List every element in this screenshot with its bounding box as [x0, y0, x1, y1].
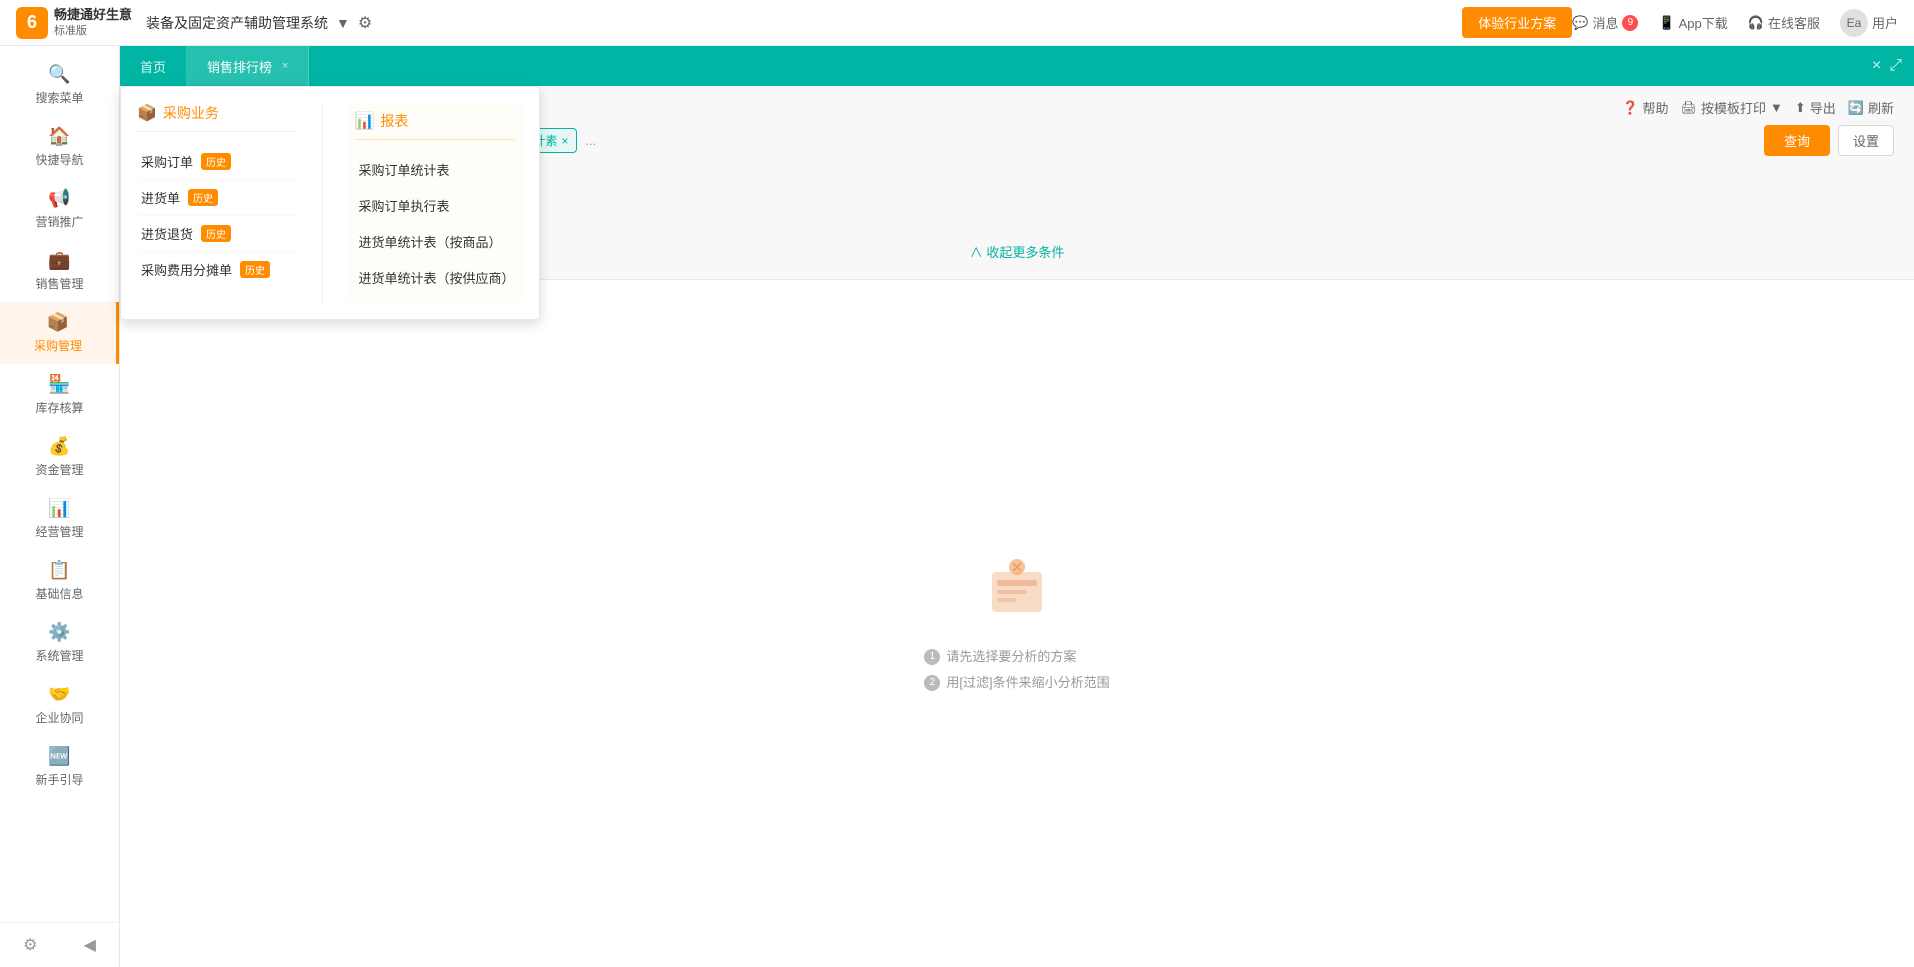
marketing-icon: 📢 [48, 188, 70, 209]
message-action[interactable]: 💬 消息 9 [1572, 13, 1638, 32]
tab-bar: 首页 销售排行榜 × × ⤢ [120, 46, 1914, 86]
menu-item-report-1[interactable]: 采购订单统计表 [355, 152, 516, 188]
menu-item-inbound[interactable]: 进货单 历史 [137, 180, 298, 216]
empty-hint-1: 1 请先选择要分析的方案 [924, 644, 1109, 670]
refresh-icon: 🔄 [1848, 100, 1864, 116]
purchase-section-title: 📦 采购业务 [137, 103, 298, 132]
sidebar-item-system[interactable]: ⚙️ 系统管理 [0, 612, 119, 674]
avatar: Ea [1840, 9, 1868, 37]
menu-item-expense[interactable]: 采购费用分摊单 历史 [137, 252, 298, 287]
purchase-business-section: 📦 采购业务 采购订单 历史 进货单 历史 进货退货 历史 采购费用分摊单 历史 [137, 103, 298, 303]
sidebar-item-capital[interactable]: 💰 资金管理 [0, 426, 119, 488]
sidebar-bottom: ⚙ ◀ [0, 922, 119, 967]
enterprise-icon: 🤝 [48, 684, 70, 705]
operations-icon: 📊 [48, 498, 70, 519]
settings-btn[interactable]: 设置 [1838, 125, 1894, 156]
menu-item-report-2[interactable]: 采购订单执行表 [355, 188, 516, 224]
history-tag-3: 历史 [240, 261, 270, 278]
app-download-action[interactable]: 📱 App下载 [1658, 13, 1727, 32]
history-tag-2: 历史 [201, 225, 231, 242]
print-dropdown-icon[interactable]: ▼ [1770, 100, 1783, 115]
system-name: 装备及固定资产辅助管理系统 ▼ ⚙ [146, 13, 1462, 33]
capital-icon: 💰 [48, 436, 70, 457]
main-layout: 🔍 搜索菜单 🏠 快捷导航 📢 营销推广 💼 销售管理 📦 采购管理 🏪 库存核… [0, 46, 1914, 967]
report-section-title: 📊 报表 [355, 111, 516, 140]
system-settings-icon[interactable]: ⚙ [358, 13, 372, 33]
sidebar-item-inventory[interactable]: 🏪 库存核算 [0, 364, 119, 426]
print-link[interactable]: 🖨 按模板打印 ▼ [1680, 98, 1782, 117]
tab-sales-rank[interactable]: 销售排行榜 × [187, 46, 309, 86]
menu-item-purchase-order[interactable]: 采购订单 历史 [137, 144, 298, 180]
export-link[interactable]: ⬆ 导出 [1795, 98, 1836, 117]
message-icon: 💬 [1572, 15, 1588, 31]
logo-icon: 6 [16, 7, 48, 39]
search-icon: 🔍 [48, 64, 70, 85]
headset-icon: 🎧 [1748, 15, 1764, 31]
report-section-icon: 📊 [355, 111, 375, 131]
sidebar-item-operations[interactable]: 📊 经营管理 [0, 488, 119, 550]
tab-home[interactable]: 首页 [120, 46, 187, 86]
empty-hints: 1 请先选择要分析的方案 2 用[过滤]条件来缩小分析范围 [924, 644, 1109, 696]
sidebar-item-marketing[interactable]: 📢 营销推广 [0, 178, 119, 240]
menu-item-report-4[interactable]: 进货单统计表（按供应商） [355, 260, 516, 295]
phone-icon: 📱 [1658, 15, 1674, 31]
purchase-icon: 📦 [47, 312, 69, 333]
top-header: 6 畅捷通好生意 标准版 装备及固定资产辅助管理系统 ▼ ⚙ 体验行业方案 💬 … [0, 0, 1914, 46]
menu-item-report-3[interactable]: 进货单统计表（按商品） [355, 224, 516, 260]
sidebar: 🔍 搜索菜单 🏠 快捷导航 📢 营销推广 💼 销售管理 📦 采购管理 🏪 库存核… [0, 46, 120, 967]
sidebar-item-basic-info[interactable]: 📋 基础信息 [0, 550, 119, 612]
history-tag-0: 历史 [201, 153, 231, 170]
history-tag-1: 历史 [188, 189, 218, 206]
message-badge: 9 [1622, 15, 1638, 31]
goods-tag-remove[interactable]: × [561, 134, 568, 148]
refresh-link[interactable]: 🔄 刷新 [1848, 98, 1894, 117]
empty-state: 1 请先选择要分析的方案 2 用[过滤]条件来缩小分析范围 [120, 280, 1914, 967]
home-icon: 🏠 [48, 126, 70, 147]
menu-item-return[interactable]: 进货退货 历史 [137, 216, 298, 252]
export-icon: ⬆ [1795, 100, 1806, 116]
guide-icon: 🆕 [48, 746, 70, 767]
inventory-icon: 🏪 [48, 374, 70, 395]
sidebar-item-sales[interactable]: 💼 销售管理 [0, 240, 119, 302]
empty-hint-2: 2 用[过滤]条件来缩小分析范围 [924, 670, 1109, 696]
sidebar-item-guide[interactable]: 🆕 新手引导 [0, 736, 119, 798]
help-link[interactable]: ❓ 帮助 [1622, 98, 1668, 117]
empty-illustration [967, 552, 1067, 632]
sales-icon: 💼 [48, 250, 70, 271]
query-btn[interactable]: 查询 [1764, 125, 1830, 156]
print-icon: 🖨 [1680, 100, 1697, 116]
sidebar-item-purchase[interactable]: 📦 采购管理 [0, 302, 119, 364]
query-actions: 查询 设置 [1764, 125, 1894, 156]
logo-area: 6 畅捷通好生意 标准版 [16, 7, 136, 39]
sidebar-item-quick-nav[interactable]: 🏠 快捷导航 [0, 116, 119, 178]
menu-divider [322, 103, 323, 303]
header-right: 💬 消息 9 📱 App下载 🎧 在线客服 Ea 用户 [1572, 9, 1898, 37]
help-icon: ❓ [1622, 100, 1638, 116]
industry-btn[interactable]: 体验行业方案 [1462, 7, 1572, 38]
user-action[interactable]: Ea 用户 [1840, 9, 1898, 37]
sidebar-collapse-btn[interactable]: ◀ [84, 935, 96, 955]
sidebar-item-search[interactable]: 🔍 搜索菜单 [0, 54, 119, 116]
sidebar-settings-btn[interactable]: ⚙ [23, 935, 37, 955]
tab-expand-icon[interactable]: ⤢ [1889, 57, 1902, 75]
goods-more-dots[interactable]: ... [585, 133, 596, 148]
system-icon: ⚙️ [48, 622, 70, 643]
logo-text: 畅捷通好生意 标准版 [54, 7, 132, 38]
report-section: 📊 报表 采购订单统计表 采购订单执行表 进货单统计表（按商品） 进货单统计表（… [347, 103, 524, 303]
tab-bar-actions: × ⤢ [1872, 57, 1914, 75]
online-service-action[interactable]: 🎧 在线客服 [1748, 13, 1820, 32]
system-dropdown-icon[interactable]: ▼ [336, 15, 350, 31]
basic-info-icon: 📋 [48, 560, 70, 581]
sidebar-item-enterprise[interactable]: 🤝 企业协同 [0, 674, 119, 736]
tab-window-close-icon[interactable]: × [1872, 57, 1881, 75]
collapse-icon: ∧ [970, 245, 983, 260]
tab-close-icon[interactable]: × [282, 60, 288, 72]
purchase-dropdown-menu: 📦 采购业务 采购订单 历史 进货单 历史 进货退货 历史 采购费用分摊单 历史 [120, 86, 540, 320]
purchase-section-icon: 📦 [137, 103, 157, 123]
